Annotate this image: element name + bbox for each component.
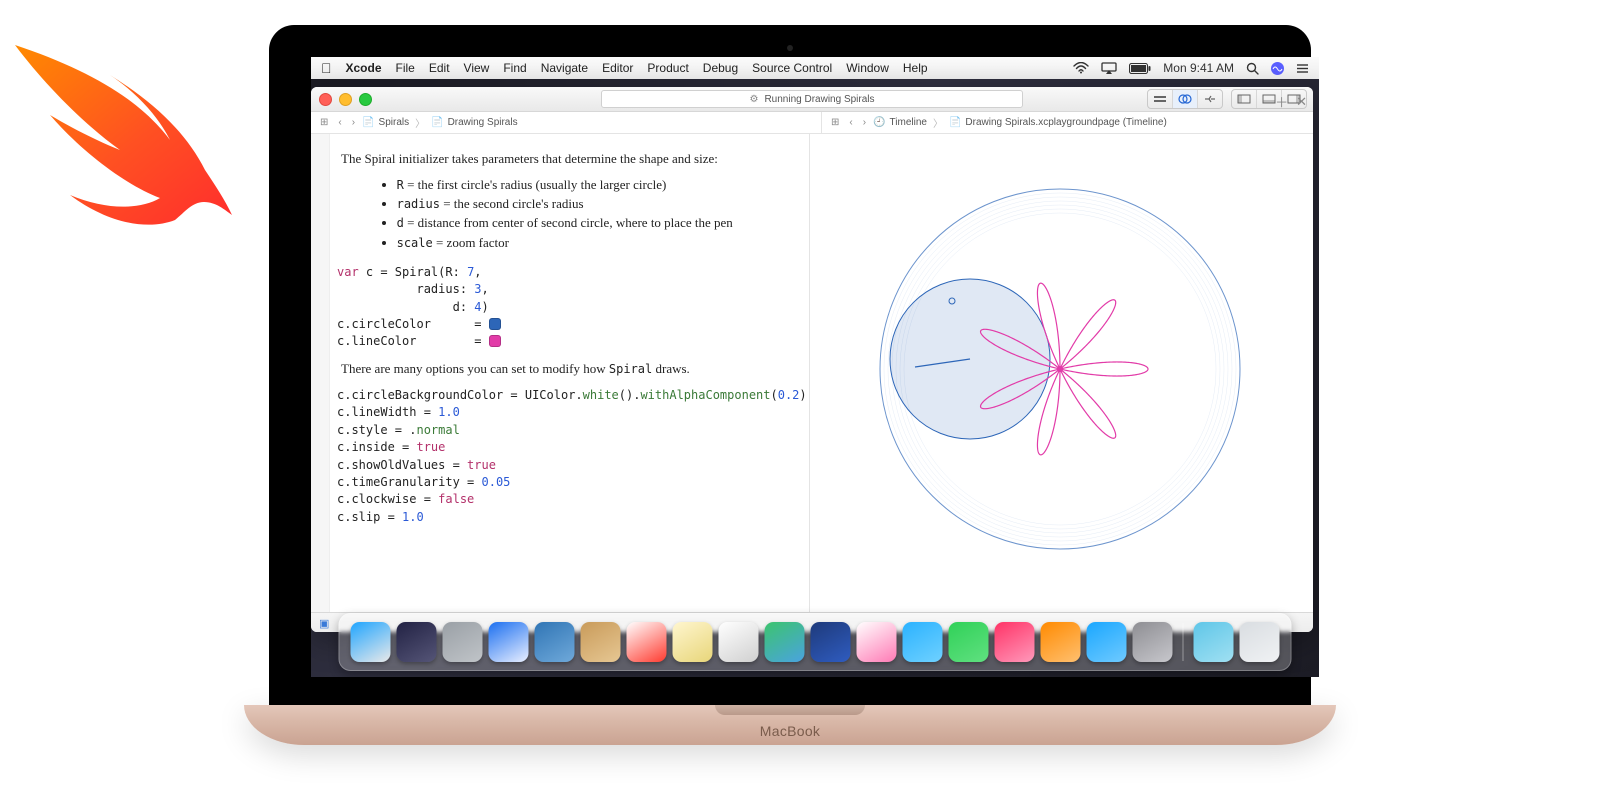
- dock-app-safari[interactable]: [489, 622, 529, 662]
- jump-bar-right[interactable]: ⊞ ‹ › 🕘 Timeline 〉 📄 Drawing Spirals.xcp…: [822, 112, 1313, 133]
- dock-separator: [1183, 623, 1184, 661]
- window-close-button[interactable]: [319, 93, 332, 106]
- dock-app-trash[interactable]: [1240, 622, 1280, 662]
- line-color-swatch[interactable]: [489, 335, 501, 347]
- related-items-icon[interactable]: ⊞: [317, 117, 331, 128]
- editor-standard-button[interactable]: [1148, 90, 1172, 108]
- dock-app-system-preferences[interactable]: [1133, 622, 1173, 662]
- menu-file[interactable]: File: [396, 61, 415, 75]
- code-block-1[interactable]: var c = Spiral(R: 7, radius: 3, d: 4) c.…: [337, 264, 789, 351]
- dock-app-photos-legacy[interactable]: [535, 622, 575, 662]
- dock-app-downloads[interactable]: [1194, 622, 1234, 662]
- menu-editor[interactable]: Editor: [602, 61, 633, 75]
- dock-app-siri[interactable]: [397, 622, 437, 662]
- xcode-titlebar: ⚙︎ Running Drawing Spirals: [311, 87, 1313, 112]
- macos-dock: [339, 613, 1292, 671]
- activity-status-field: ⚙︎ Running Drawing Spirals: [601, 90, 1023, 108]
- crumb-timeline[interactable]: Timeline: [890, 117, 927, 128]
- doc-intro: The Spiral initializer takes parameters …: [341, 151, 789, 167]
- editor-version-button[interactable]: [1197, 90, 1222, 108]
- nav-forward-icon[interactable]: ›: [860, 117, 869, 128]
- camera-dot: [787, 45, 793, 51]
- execute-playground-icon[interactable]: ▣: [319, 617, 329, 630]
- doc-mid: There are many options you can set to mo…: [341, 361, 789, 377]
- menubar-clock[interactable]: Mon 9:41 AM: [1163, 61, 1234, 75]
- window-minimize-button[interactable]: [339, 93, 352, 106]
- timeline-live-view: [810, 134, 1313, 612]
- nav-back-icon[interactable]: ‹: [335, 117, 344, 128]
- laptop-brand-label: MacBook: [760, 723, 820, 739]
- dock-app-facetime[interactable]: [949, 622, 989, 662]
- window-zoom-button[interactable]: [359, 93, 372, 106]
- dock-app-calendar[interactable]: [627, 622, 667, 662]
- nav-forward-icon[interactable]: ›: [349, 117, 358, 128]
- crumb-file[interactable]: Drawing Spirals: [448, 117, 518, 128]
- menu-edit[interactable]: Edit: [429, 61, 450, 75]
- dock-app-maps[interactable]: [765, 622, 805, 662]
- crumb-timeline-file[interactable]: Drawing Spirals.xcplaygroundpage (Timeli…: [965, 117, 1166, 128]
- toggle-navigator-button[interactable]: [1232, 90, 1256, 108]
- dock-app-finder[interactable]: [351, 622, 391, 662]
- code-block-2[interactable]: c.circleBackgroundColor = UIColor.white(…: [337, 387, 789, 526]
- airplay-icon[interactable]: [1101, 62, 1117, 74]
- spiral-rendering: [810, 134, 1310, 604]
- playground-editor-pane[interactable]: The Spiral initializer takes parameters …: [311, 134, 810, 612]
- crumb-project[interactable]: Spirals: [379, 117, 410, 128]
- notifications-icon[interactable]: [1296, 63, 1309, 74]
- dock-app-itunes[interactable]: [995, 622, 1035, 662]
- circle-color-swatch[interactable]: [489, 318, 501, 330]
- related-items-icon[interactable]: ⊞: [828, 117, 842, 128]
- apple-menu-icon[interactable]: : [321, 60, 332, 76]
- menu-window[interactable]: Window: [846, 61, 889, 75]
- add-assistant-button[interactable]: ＋: [1275, 92, 1288, 111]
- dock-app-contacts[interactable]: [581, 622, 621, 662]
- menu-product[interactable]: Product: [647, 61, 688, 75]
- spotlight-icon[interactable]: [1246, 62, 1259, 75]
- swift-logo-icon: [0, 30, 250, 230]
- dock-app-reminders[interactable]: [719, 622, 759, 662]
- macbook-device:  Xcode File Edit View Find Navigate Edi…: [244, 25, 1336, 777]
- menu-source-control[interactable]: Source Control: [752, 61, 832, 75]
- menu-view[interactable]: View: [464, 61, 490, 75]
- editor-assistant-button[interactable]: [1172, 90, 1197, 108]
- menu-debug[interactable]: Debug: [703, 61, 738, 75]
- dock-app-messages[interactable]: [903, 622, 943, 662]
- dock-app-ibooks[interactable]: [1041, 622, 1081, 662]
- dock-app-app-store[interactable]: [1087, 622, 1127, 662]
- close-assistant-button[interactable]: ✕: [1296, 94, 1307, 110]
- dock-app-xcode[interactable]: [811, 622, 851, 662]
- dock-app-notes[interactable]: [673, 622, 713, 662]
- menubar-app-name[interactable]: Xcode: [346, 61, 382, 75]
- macos-menubar:  Xcode File Edit View Find Navigate Edi…: [311, 57, 1319, 79]
- activity-status-text: Running Drawing Spirals: [764, 94, 874, 105]
- editor-gutter: [311, 134, 330, 612]
- menu-help[interactable]: Help: [903, 61, 928, 75]
- editor-mode-segment[interactable]: [1147, 89, 1223, 109]
- dock-app-launchpad[interactable]: [443, 622, 483, 662]
- xcode-window: ⚙︎ Running Drawing Spirals: [311, 87, 1313, 632]
- menu-navigate[interactable]: Navigate: [541, 61, 588, 75]
- siri-menubar-icon[interactable]: [1271, 62, 1284, 75]
- jump-bar-left[interactable]: ⊞ ‹ › 📄 Spirals 〉 📄 Drawing Spirals: [311, 112, 822, 133]
- doc-bullets: R = the first circle's radius (usually t…: [357, 177, 789, 251]
- wifi-icon[interactable]: [1073, 62, 1089, 74]
- nav-back-icon[interactable]: ‹: [846, 117, 855, 128]
- dock-app-photos[interactable]: [857, 622, 897, 662]
- battery-icon[interactable]: [1129, 63, 1151, 74]
- menu-find[interactable]: Find: [503, 61, 526, 75]
